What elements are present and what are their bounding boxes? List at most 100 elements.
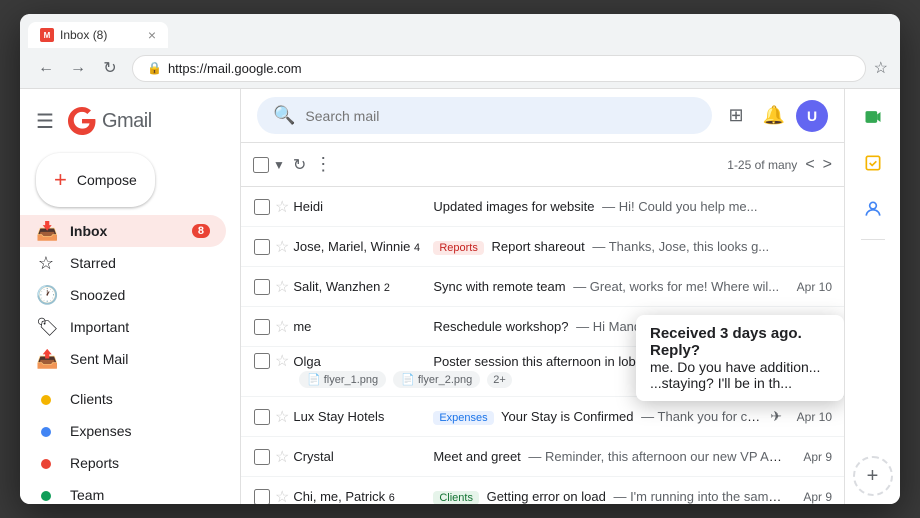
email-row[interactable]: ☆ Heidi Updated images for website — Hi!… [241,187,844,227]
star-icon[interactable]: ☆ [275,447,289,467]
star-icon[interactable]: ☆ [275,277,289,297]
email-subject: Updated images for website [433,199,594,214]
add-app-button[interactable]: + [853,456,893,496]
select-all-checkbox[interactable] [253,157,269,173]
right-sidebar: + [844,89,900,504]
contacts-button[interactable] [853,189,893,229]
sender-name: me [293,319,433,334]
snoozed-icon: 🕐 [36,285,56,306]
meet-button[interactable] [853,97,893,137]
reload-button[interactable]: ↻ [96,54,124,82]
email-row[interactable]: ☆ me Reschedule workshop? — Hi Mandy, I'… [241,307,844,347]
select-dropdown-arrow-icon[interactable]: ▼ [273,158,285,172]
tasks-button[interactable] [853,143,893,183]
email-row[interactable]: ☆ Lux Stay Hotels Expenses Your Stay is … [241,397,844,437]
important-label: Important [70,319,210,335]
gmail-tab[interactable]: M Inbox (8) × [28,22,168,48]
star-icon[interactable]: ☆ [275,407,289,427]
email-row[interactable]: ☆ Chi, me, Patrick 6 Clients Getting err… [241,477,844,504]
select-all-area[interactable]: ▼ [253,157,285,173]
email-row[interactable]: ☆ Crystal Meet and greet — Reminder, thi… [241,437,844,477]
bookmark-star-icon[interactable]: ☆ [874,58,888,78]
tab-close-button[interactable]: × [148,28,156,42]
clients-label: Clients [70,391,210,407]
pagination-text: 1-25 of many [727,158,797,172]
sidebar-item-starred[interactable]: ☆ Starred [20,247,226,279]
star-icon[interactable]: ☆ [275,317,289,337]
sender-name: Jose, Mariel, Winnie 4 [293,239,433,254]
sent-label: Sent Mail [70,351,210,367]
url-bar[interactable]: 🔒 https://mail.google.com [132,55,866,82]
star-icon[interactable]: ☆ [275,487,289,505]
tab-favicon: M [40,28,54,42]
email-list-toolbar: ▼ ↻ ⋮ 1-25 of many < > [241,143,844,187]
tab-bar: M Inbox (8) × [20,14,900,48]
subject-snippet: Updated images for website — Hi! Could y… [433,199,782,214]
email-snippet: — Hi Mandy, I'm no longer abl... [576,319,760,334]
email-list-wrapper: ☆ Heidi Updated images for website — Hi!… [241,187,844,504]
row-checkbox[interactable] [253,239,271,255]
star-icon[interactable]: ☆ [275,351,289,371]
refresh-button[interactable]: ↻ [293,155,306,175]
email-subject: Report shareout [492,239,585,254]
next-page-button[interactable]: > [823,156,832,174]
main-content: 🔍 ⊞ 🔔 U ▼ ↻ ⋮ 1-25 of many [240,89,844,504]
browser-chrome: M Inbox (8) × ← → ↻ 🔒 https://mail.googl… [20,14,900,89]
sidebar-header: ☰ Gmail [20,97,240,145]
prev-page-button[interactable]: < [805,156,814,174]
search-icon: 🔍 [273,105,295,126]
photo-icon: 📷 [765,353,782,370]
sidebar-item-clients[interactable]: Clients [20,383,226,415]
row-checkbox[interactable] [253,409,271,425]
sidebar-item-reports[interactable]: Reports [20,447,226,479]
gmail-logo-text: Gmail [102,110,152,133]
sidebar-item-expenses[interactable]: Expenses [20,415,226,447]
attachment-row: 📄 flyer_1.png 📄 flyer_2.png 2+ [253,371,832,392]
contacts-icon [863,199,883,219]
row-checkbox[interactable] [253,279,271,295]
main-toolbar: 🔍 ⊞ 🔔 U [241,89,844,143]
compose-plus-icon: + [54,167,67,193]
email-row[interactable]: ☆ Olga Poster session this afternoon in … [241,347,844,397]
row-checkbox[interactable] [253,449,271,465]
team-label: Team [70,487,210,503]
email-subject: Getting error on load [487,489,606,504]
row-checkbox[interactable] [253,353,271,369]
star-icon[interactable]: ☆ [275,237,289,257]
email-row[interactable]: ☆ Jose, Mariel, Winnie 4 Reports Report … [241,227,844,267]
apps-grid-button[interactable]: ⊞ [720,100,752,132]
hamburger-menu-icon[interactable]: ☰ [36,109,54,134]
expenses-label: Expenses [70,423,210,439]
star-icon[interactable]: ☆ [275,197,289,217]
attachment-chip: 📄 flyer_1.png [299,371,386,388]
gmail-g-icon [66,105,98,137]
important-icon: 🏷 [36,317,56,338]
sidebar-item-snoozed[interactable]: 🕐 Snoozed [20,279,226,311]
row-checkbox[interactable] [253,199,271,215]
url-text: https://mail.google.com [168,61,302,76]
sidebar-divider [861,239,885,240]
inbox-label: Inbox [70,223,178,239]
search-input[interactable] [305,108,696,124]
row-checkbox[interactable] [253,319,271,335]
back-button[interactable]: ← [32,54,60,82]
user-avatar[interactable]: U [796,100,828,132]
sidebar-item-important[interactable]: 🏷 Important [20,311,226,343]
email-row[interactable]: ☆ Salit, Wanzhen 2 Sync with remote team… [241,267,844,307]
row-checkbox[interactable] [253,489,271,505]
sidebar-item-team[interactable]: Team [20,479,226,504]
pdf-icon: 📄 [307,373,321,386]
email-date: Apr 10 [782,410,832,424]
sidebar-item-sent[interactable]: 📤 Sent Mail [20,343,226,375]
forward-button[interactable]: → [64,54,92,82]
sender-name: Salit, Wanzhen 2 [293,279,433,294]
more-options-button[interactable]: ⋮ [314,154,332,175]
email-date: Apr 10 [782,280,832,294]
compose-button[interactable]: + Compose [36,153,155,207]
search-bar-container[interactable]: 🔍 [257,97,712,134]
notifications-bell-button[interactable]: 🔔 [758,100,790,132]
pagination: 1-25 of many < > [727,156,832,174]
email-subject: Sync with remote team [433,279,565,294]
sidebar-item-inbox[interactable]: 📥 Inbox 8 [20,215,226,247]
tab-title: Inbox (8) [60,28,107,42]
